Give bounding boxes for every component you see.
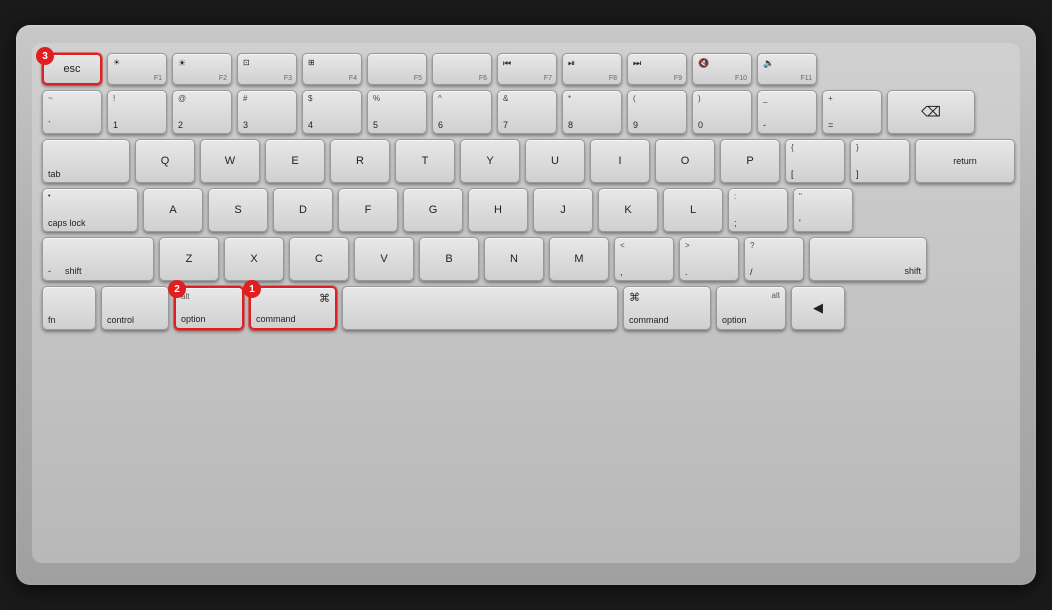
key-h[interactable]: H [468, 188, 528, 232]
key-space[interactable] [342, 286, 618, 330]
key-f2[interactable]: ☀ F2 [172, 53, 232, 85]
bottom-row: fn control 2 alt option 1 ⌘ command ⌘ co… [42, 286, 1010, 330]
badge-2: 2 [168, 280, 186, 298]
key-f4[interactable]: ⊞ F4 [302, 53, 362, 85]
key-fn[interactable]: fn [42, 286, 96, 330]
key-rbracket[interactable]: } ] [850, 139, 910, 183]
key-capslock[interactable]: • caps lock [42, 188, 138, 232]
qwerty-row: tab Q W E R T Y U I O P { [ } ] return [42, 139, 1010, 183]
key-u[interactable]: U [525, 139, 585, 183]
key-s[interactable]: S [208, 188, 268, 232]
key-0[interactable]: ) 0 [692, 90, 752, 134]
key-n[interactable]: N [484, 237, 544, 281]
key-shift-right[interactable]: shift [809, 237, 927, 281]
key-command-left[interactable]: 1 ⌘ command [249, 286, 337, 330]
key-backspace[interactable]: ⌫ [887, 90, 975, 134]
key-r[interactable]: R [330, 139, 390, 183]
key-7[interactable]: & 7 [497, 90, 557, 134]
key-option-right[interactable]: alt option [716, 286, 786, 330]
key-option-left[interactable]: 2 alt option [174, 286, 244, 330]
key-j[interactable]: J [533, 188, 593, 232]
key-f9[interactable]: ⏭ F9 [627, 53, 687, 85]
key-9[interactable]: ( 9 [627, 90, 687, 134]
key-w[interactable]: W [200, 139, 260, 183]
key-2[interactable]: @ 2 [172, 90, 232, 134]
key-return[interactable]: return [915, 139, 1015, 183]
key-g[interactable]: G [403, 188, 463, 232]
keyboard-body: 3 esc ☀ F1 ☀ F2 ⊡ F3 ⊞ F4 [32, 43, 1020, 563]
zxcv-row: - shift Z X C V B N M < , > . ? / shif [42, 237, 1010, 281]
key-l[interactable]: L [663, 188, 723, 232]
key-equals[interactable]: + = [822, 90, 882, 134]
key-d[interactable]: D [273, 188, 333, 232]
key-o[interactable]: O [655, 139, 715, 183]
badge-1: 1 [243, 280, 261, 298]
key-z[interactable]: Z [159, 237, 219, 281]
key-f5[interactable]: F5 [367, 53, 427, 85]
key-t[interactable]: T [395, 139, 455, 183]
key-e[interactable]: E [265, 139, 325, 183]
key-lbracket[interactable]: { [ [785, 139, 845, 183]
key-esc[interactable]: 3 esc [42, 53, 102, 85]
key-4[interactable]: $ 4 [302, 90, 362, 134]
key-f8[interactable]: ⏯ F8 [562, 53, 622, 85]
key-quote[interactable]: " ' [793, 188, 853, 232]
key-c[interactable]: C [289, 237, 349, 281]
key-arrow-left[interactable]: ◀ [791, 286, 845, 330]
key-f10[interactable]: 🔇 F10 [692, 53, 752, 85]
key-tilde[interactable]: ~ ` [42, 90, 102, 134]
key-q[interactable]: Q [135, 139, 195, 183]
key-m[interactable]: M [549, 237, 609, 281]
key-b[interactable]: B [419, 237, 479, 281]
key-a[interactable]: A [143, 188, 203, 232]
key-slash[interactable]: ? / [744, 237, 804, 281]
key-minus[interactable]: _ - [757, 90, 817, 134]
fn-row: 3 esc ☀ F1 ☀ F2 ⊡ F3 ⊞ F4 [42, 53, 1010, 85]
key-f7[interactable]: ⏮ F7 [497, 53, 557, 85]
key-i[interactable]: I [590, 139, 650, 183]
key-f[interactable]: F [338, 188, 398, 232]
key-y[interactable]: Y [460, 139, 520, 183]
number-row: ~ ` ! 1 @ 2 # 3 $ 4 % 5 [42, 90, 1010, 134]
key-p[interactable]: P [720, 139, 780, 183]
key-semicolon[interactable]: : ; [728, 188, 788, 232]
esc-label: esc [63, 63, 80, 75]
key-k[interactable]: K [598, 188, 658, 232]
key-comma[interactable]: < , [614, 237, 674, 281]
key-x[interactable]: X [224, 237, 284, 281]
badge-3: 3 [36, 47, 54, 65]
key-8[interactable]: * 8 [562, 90, 622, 134]
key-period[interactable]: > . [679, 237, 739, 281]
key-f11[interactable]: 🔉 F11 [757, 53, 817, 85]
key-shift-left[interactable]: - shift [42, 237, 154, 281]
asdf-row: • caps lock A S D F G H J K L : ; " ' [42, 188, 1010, 232]
key-control[interactable]: control [101, 286, 169, 330]
key-1[interactable]: ! 1 [107, 90, 167, 134]
key-v[interactable]: V [354, 237, 414, 281]
key-6[interactable]: ^ 6 [432, 90, 492, 134]
key-command-right[interactable]: ⌘ command [623, 286, 711, 330]
key-3[interactable]: # 3 [237, 90, 297, 134]
key-f6[interactable]: F6 [432, 53, 492, 85]
key-5[interactable]: % 5 [367, 90, 427, 134]
key-f3[interactable]: ⊡ F3 [237, 53, 297, 85]
key-f1[interactable]: ☀ F1 [107, 53, 167, 85]
keyboard-container: 3 esc ☀ F1 ☀ F2 ⊡ F3 ⊞ F4 [16, 25, 1036, 585]
key-tab[interactable]: tab [42, 139, 130, 183]
